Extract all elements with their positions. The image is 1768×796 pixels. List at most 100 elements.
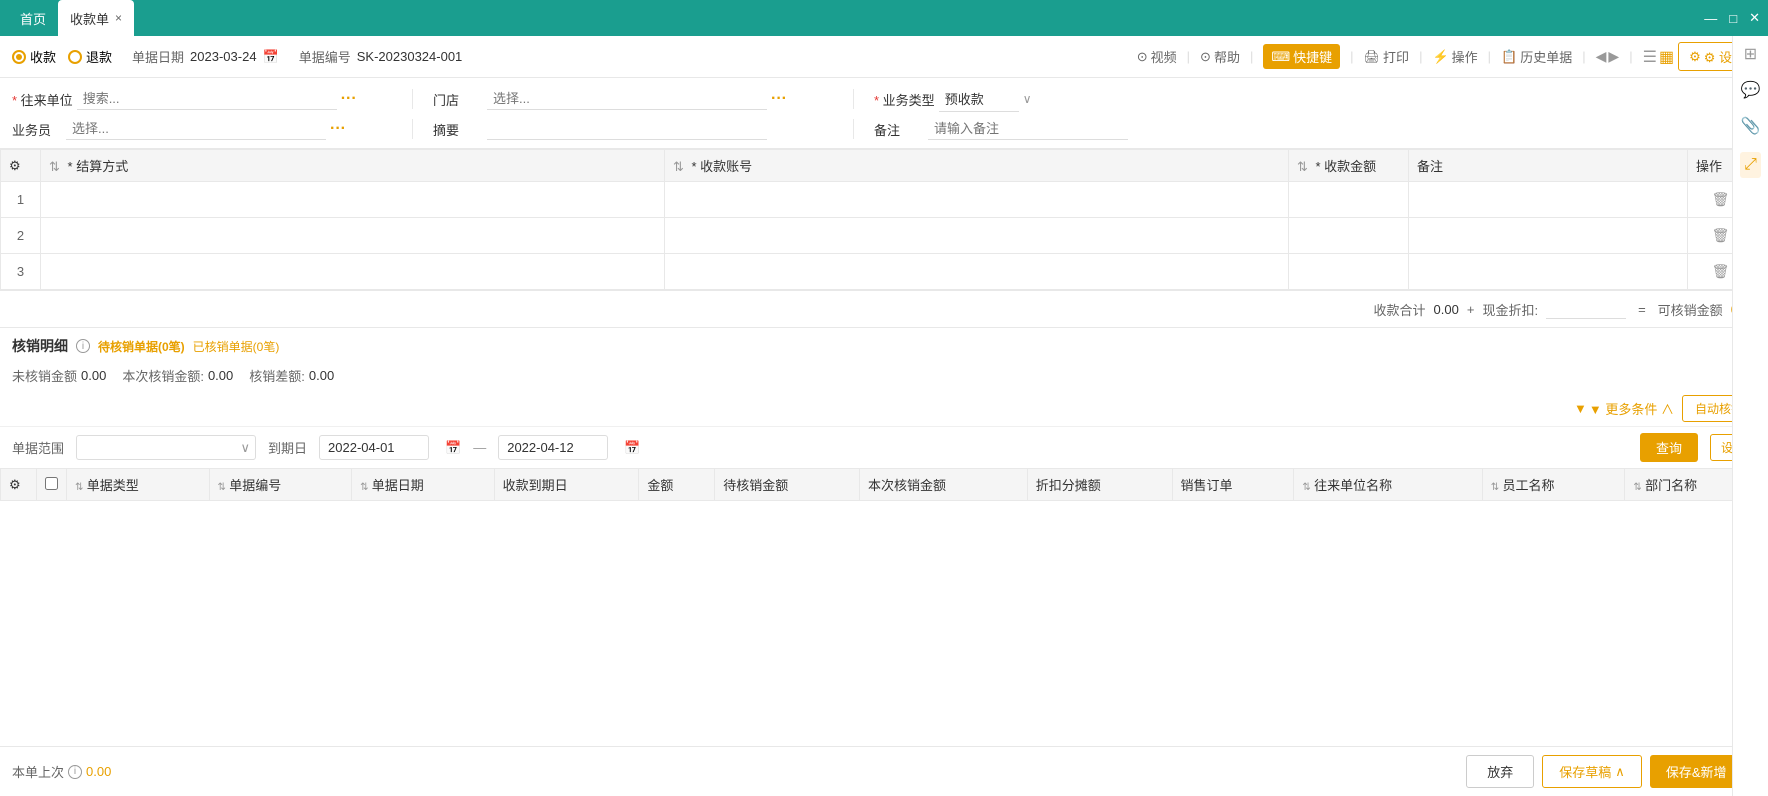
bottom-settings-icon[interactable]: ⚙ (9, 477, 21, 492)
row3-settlement[interactable] (41, 254, 665, 290)
row2-settlement[interactable] (41, 218, 665, 254)
row3-account[interactable] (664, 254, 1288, 290)
panel-attach-icon[interactable]: 📎 (1741, 116, 1761, 136)
row3-notes[interactable] (1408, 254, 1687, 290)
date-from-calendar-icon[interactable]: 📅 (445, 440, 461, 456)
date-to-input[interactable] (498, 435, 608, 460)
bottom-col-checkbox[interactable] (37, 469, 67, 501)
draft-button[interactable]: 保存草稿 ∧ (1542, 755, 1642, 788)
store-input[interactable] (487, 88, 767, 110)
query-button[interactable]: 查询 (1640, 433, 1698, 462)
shortcut-action[interactable]: ⌨ 快捷键 (1263, 44, 1340, 69)
bill-no-sort-icon[interactable]: ⇅ (218, 482, 226, 493)
summary-input[interactable] (487, 118, 767, 140)
tab-close-icon[interactable]: × (115, 11, 122, 25)
done-tab[interactable]: 已核销单据(0笔) (193, 338, 280, 355)
store-group: 门店 ··· (433, 88, 833, 110)
footer-info-icon[interactable]: i (68, 765, 82, 779)
row2-delete-icon[interactable]: 🗑 (1712, 227, 1730, 244)
abandon-button[interactable]: 放弃 (1466, 755, 1534, 788)
counterpart-label: 往来单位 (12, 90, 73, 109)
notes-input[interactable] (928, 118, 1128, 140)
select-all-checkbox[interactable] (45, 477, 58, 490)
row1-notes[interactable] (1408, 182, 1687, 218)
billno-field: 单据编号 SK-20230324-001 (299, 47, 463, 66)
biztype-arrow-icon[interactable]: ∨ (1023, 92, 1032, 106)
bottom-col-bill-date: ⇅ 单据日期 (352, 469, 495, 501)
window-close-icon[interactable]: ✕ (1749, 10, 1760, 26)
top-nav: 首页 收款单 × — □ ✕ (0, 0, 1768, 36)
toolbar-actions: ⊙ 视频 | ⊙ 帮助 | ⌨ 快捷键 | 🖨 打印 | ⚡ 操作 (1137, 44, 1674, 69)
row3-amount[interactable] (1288, 254, 1408, 290)
row1-settlement[interactable] (41, 182, 665, 218)
row1-amount[interactable] (1288, 182, 1408, 218)
dept-sort-icon[interactable]: ⇅ (1633, 482, 1641, 493)
due-date-label: 到期日 (268, 438, 307, 457)
radio-receipt[interactable]: 收款 (12, 47, 56, 66)
store-more-icon[interactable]: ··· (771, 90, 787, 108)
window-max-icon[interactable]: □ (1729, 11, 1737, 26)
row3-delete-icon[interactable]: 🗑 (1712, 263, 1730, 280)
print-action[interactable]: 🖨 打印 (1364, 47, 1410, 66)
total-label: 收款合计 (1374, 300, 1426, 319)
right-panel: ⊞ 💬 📎 ⤢ (1732, 36, 1768, 796)
radio-refund[interactable]: 退款 (68, 47, 112, 66)
panel-expand-icon[interactable]: ⤢ (1740, 152, 1761, 178)
next-arrow-icon[interactable]: ▶ (1608, 48, 1619, 65)
radio-receipt-label: 收款 (30, 47, 56, 66)
print-icon: 🖨 (1364, 49, 1381, 65)
row1-delete-icon[interactable]: 🗑 (1712, 191, 1730, 208)
filter-icon: ▼ (1574, 401, 1587, 416)
window-min-icon[interactable]: — (1704, 11, 1717, 26)
nav-tab-home[interactable]: 首页 (8, 0, 58, 36)
list-view-icon[interactable]: ☰ (1643, 47, 1657, 67)
more-filter-btn[interactable]: ▼ ▼ 更多条件 ∧ (1574, 399, 1674, 418)
salesperson-input[interactable] (66, 118, 326, 140)
prev-arrow-icon[interactable]: ◀ (1596, 48, 1607, 65)
help-action[interactable]: ⊙ 帮助 (1200, 47, 1240, 66)
panel-chat-icon[interactable]: 💬 (1741, 80, 1761, 100)
pending-tab[interactable]: 待核销单据(0笔) (98, 338, 185, 355)
nav-tab-receipt[interactable]: 收款单 × (58, 0, 134, 36)
row1-account[interactable] (664, 182, 1288, 218)
bottom-col-pending: 待核销金额 (715, 469, 860, 501)
footer-bill-label: 本单上次 (12, 762, 64, 781)
operation-action[interactable]: ⚡ 操作 (1432, 47, 1477, 66)
row2-notes[interactable] (1408, 218, 1687, 254)
employee-sort-icon[interactable]: ⇅ (1491, 482, 1499, 493)
discount-input[interactable] (1546, 299, 1626, 319)
bottom-col-settings[interactable]: ⚙ (1, 469, 37, 501)
salesperson-more-icon[interactable]: ··· (330, 120, 346, 138)
separator4: | (1419, 49, 1422, 64)
counterpart-more-icon[interactable]: ··· (341, 90, 357, 108)
biztype-value[interactable]: 预收款 (939, 86, 1019, 112)
row2-account[interactable] (664, 218, 1288, 254)
unclaimed-stat: 未核销金额 0.00 (12, 366, 106, 385)
row2-amount[interactable] (1288, 218, 1408, 254)
date-to-calendar-icon[interactable]: 📅 (624, 440, 640, 456)
bottom-table-wrapper: ⚙ ⇅ 单据类型 ⇅ 单据编号 (0, 468, 1768, 746)
table-row: 2 🗑 ⧉ (1, 218, 1768, 254)
reconciliation-info-icon[interactable]: i (76, 339, 90, 353)
bill-type-sort-icon[interactable]: ⇅ (75, 482, 83, 493)
col-account-sort-icon[interactable]: ⇅ (673, 159, 684, 174)
table-settings-icon[interactable]: ⚙ (9, 158, 21, 173)
video-action[interactable]: ⊙ 视频 (1137, 47, 1177, 66)
footer-value: 0.00 (86, 764, 111, 779)
col-settlement-sort-icon[interactable]: ⇅ (49, 159, 60, 174)
col-actions-label: 操作 (1696, 159, 1722, 174)
available-label: 可核销金额 (1658, 300, 1723, 319)
range-select[interactable] (76, 435, 256, 460)
date-from-input[interactable] (319, 435, 429, 460)
bill-date-sort-icon[interactable]: ⇅ (360, 482, 368, 493)
counterpart-input[interactable] (77, 88, 337, 110)
grid-view-icon[interactable]: ▦ (1659, 47, 1674, 67)
history-action[interactable]: 📋 历史单据 (1501, 47, 1572, 66)
filter-bar: ▼ ▼ 更多条件 ∧ 自动核销 (0, 391, 1768, 426)
separator3: | (1350, 49, 1353, 64)
counterpart-sort-icon[interactable]: ⇅ (1302, 482, 1310, 493)
calendar-icon[interactable]: 📅 (263, 49, 279, 65)
col-amount-sort-icon[interactable]: ⇅ (1297, 159, 1308, 174)
panel-table-icon[interactable]: ⊞ (1744, 44, 1757, 64)
col-settings-header[interactable]: ⚙ (1, 150, 41, 182)
